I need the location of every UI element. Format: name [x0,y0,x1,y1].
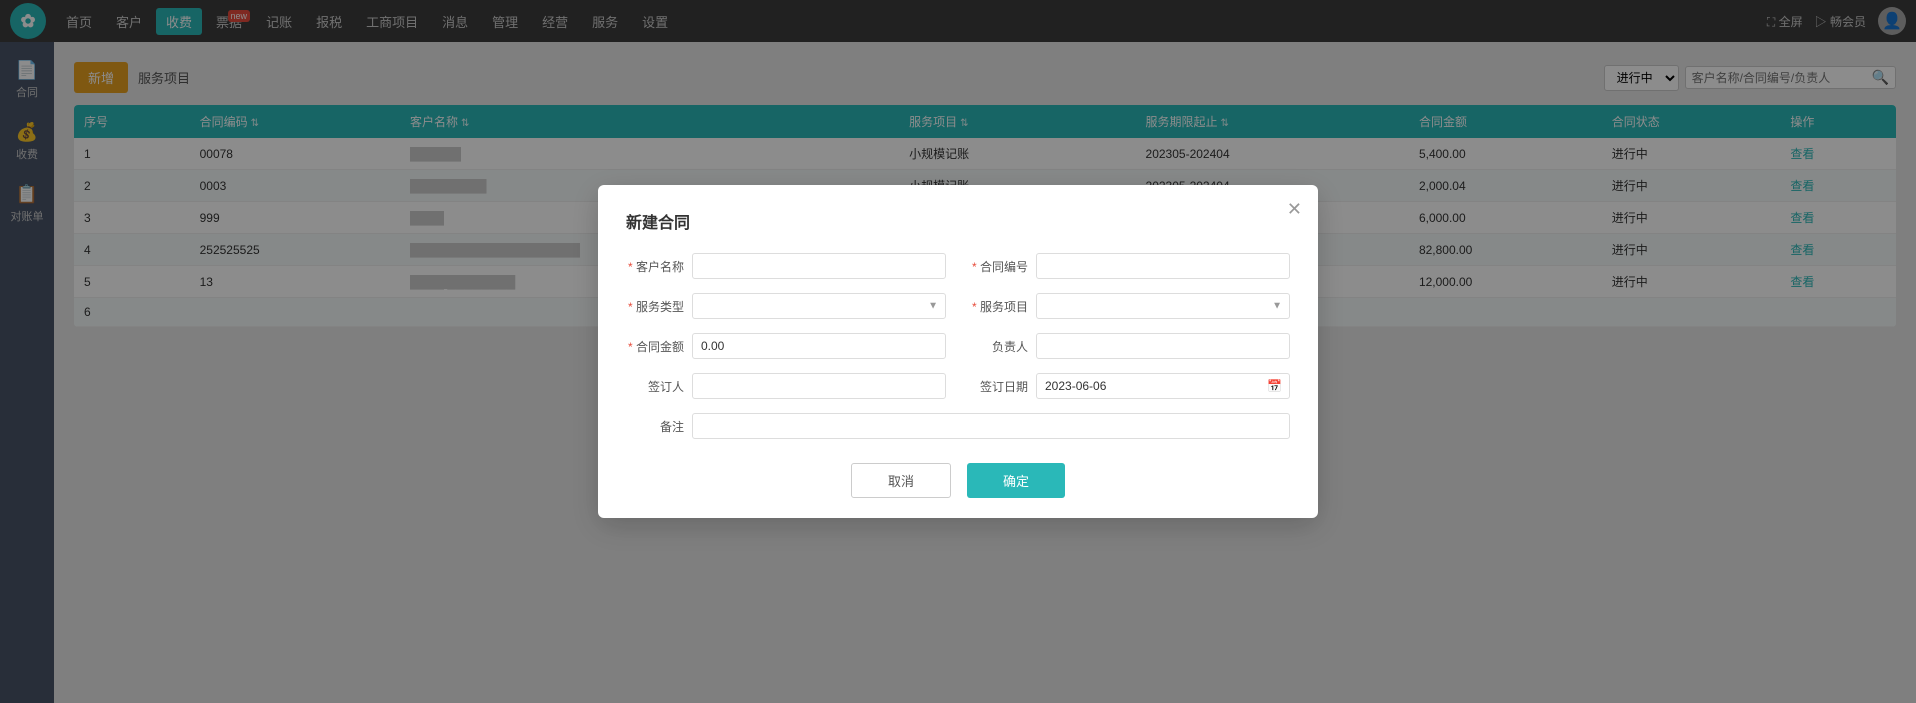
contract-no-row: 合同编号 [970,253,1290,279]
modal-overlay: ✕ 新建合同 客户名称 合同编号 服务类型 ▼ [0,0,1916,703]
service-item-label: 服务项目 [970,298,1028,315]
service-type-select[interactable] [692,293,946,319]
service-item-select-wrap: ▼ [1036,293,1290,319]
service-type-label: 服务类型 [626,298,684,315]
service-item-select[interactable] [1036,293,1290,319]
modal-close-button[interactable]: ✕ [1287,199,1302,220]
signer-input[interactable] [692,373,946,399]
amount-label: 合同金额 [626,338,684,355]
cancel-button[interactable]: 取消 [851,463,951,498]
modal-form: 客户名称 合同编号 服务类型 ▼ 服务项目 [626,253,1290,439]
customer-name-row: 客户名称 [626,253,946,279]
contract-no-input[interactable] [1036,253,1290,279]
sign-date-label: 签订日期 [970,378,1028,395]
note-input[interactable] [692,413,1290,439]
responsible-row: 负责人 [970,333,1290,359]
customer-name-input[interactable] [692,253,946,279]
signer-row: 签订人 [626,373,946,399]
contract-no-label: 合同编号 [970,258,1028,275]
responsible-input[interactable] [1036,333,1290,359]
sign-date-row: 签订日期 📅 [970,373,1290,399]
service-type-select-wrap: ▼ [692,293,946,319]
modal-title: 新建合同 [626,209,1290,233]
signer-label: 签订人 [626,378,684,395]
sign-date-input[interactable] [1036,373,1290,399]
calendar-icon[interactable]: 📅 [1267,379,1282,393]
note-label: 备注 [626,418,684,435]
customer-name-label: 客户名称 [626,258,684,275]
service-type-row: 服务类型 ▼ [626,293,946,319]
responsible-label: 负责人 [970,338,1028,355]
service-item-row: 服务项目 ▼ [970,293,1290,319]
new-contract-modal: ✕ 新建合同 客户名称 合同编号 服务类型 ▼ [598,185,1318,518]
note-row: 备注 [626,413,1290,439]
modal-footer: 取消 确定 [626,463,1290,498]
confirm-button[interactable]: 确定 [967,463,1065,498]
sign-date-wrap: 📅 [1036,373,1290,399]
amount-input[interactable] [692,333,946,359]
amount-row: 合同金额 [626,333,946,359]
